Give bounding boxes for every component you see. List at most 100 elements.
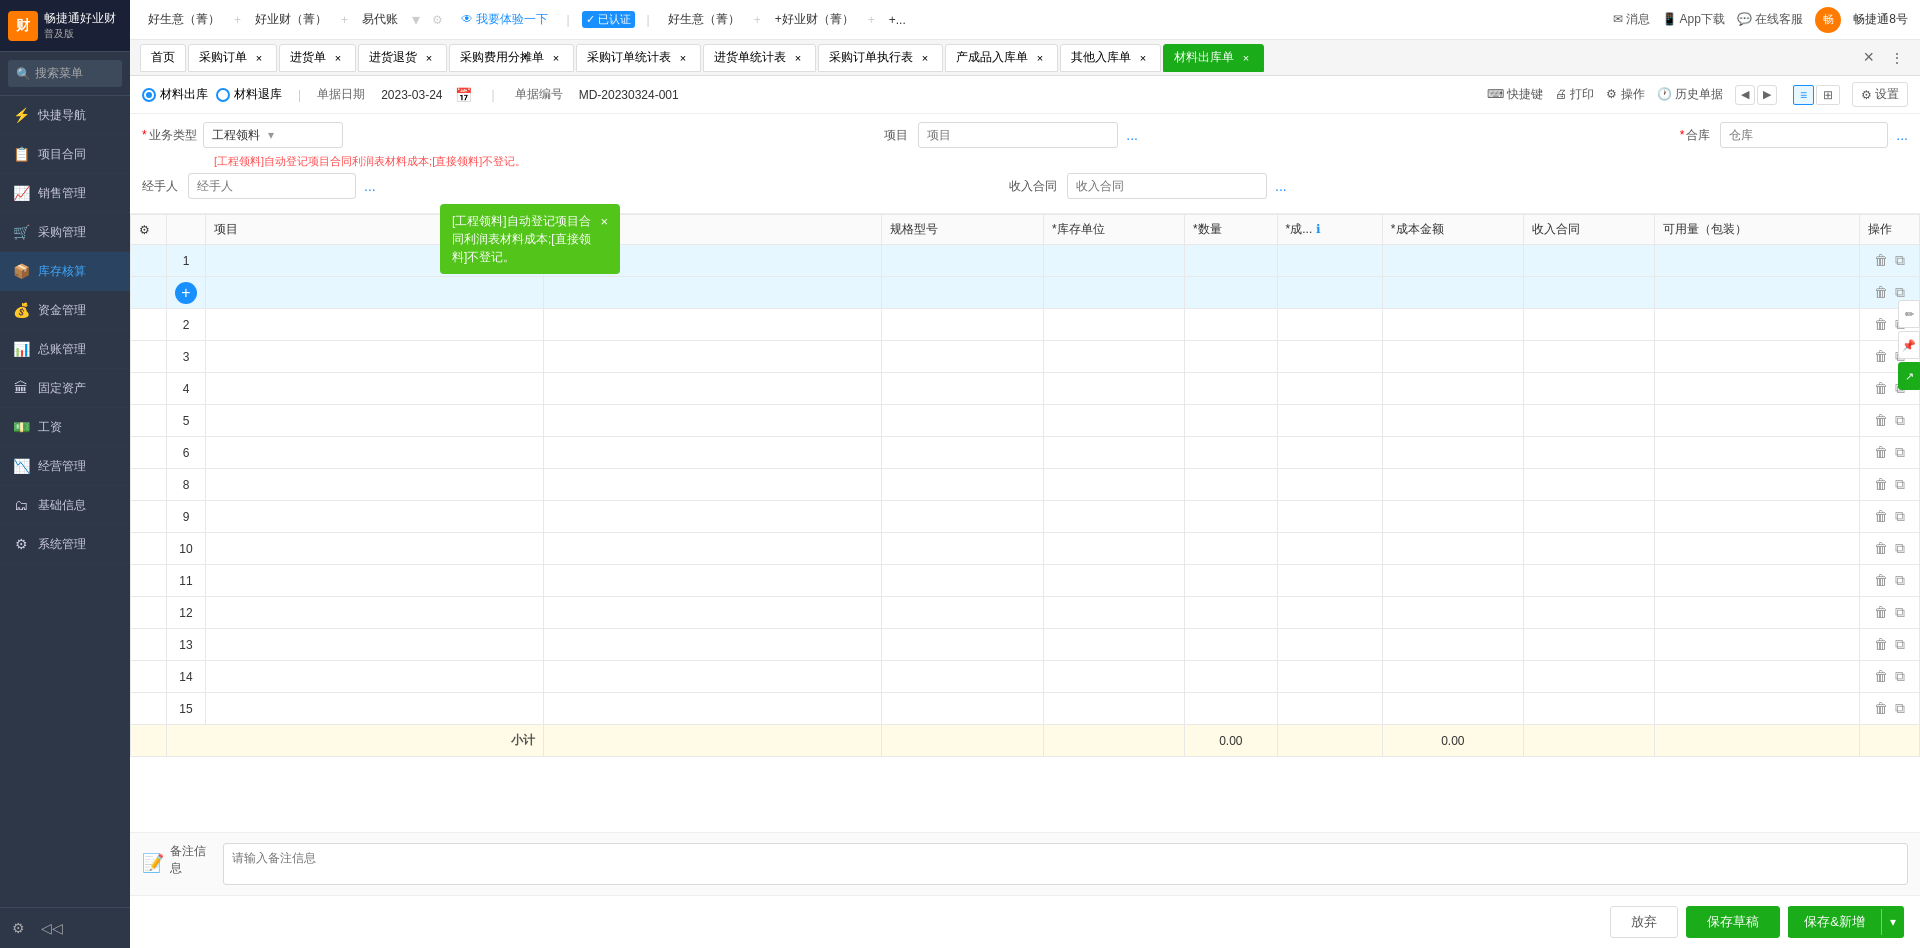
row-3-material[interactable]: [544, 341, 882, 373]
tabbar-close-all-btn[interactable]: ×: [1857, 45, 1880, 70]
sidebar-item-base-info[interactable]: 🗂 基础信息: [0, 486, 130, 525]
nav-next-btn[interactable]: ▶: [1757, 85, 1777, 105]
row-9-delete-btn[interactable]: 🗑: [1872, 506, 1890, 526]
doc-date-value[interactable]: 2023-03-24: [381, 88, 442, 102]
row-1-copy-btn[interactable]: ⧉: [1893, 250, 1907, 271]
sidebar-search-area[interactable]: 🔍 搜索菜单: [0, 52, 130, 96]
row-8-income-contract[interactable]: [1523, 469, 1655, 501]
row-13-unit[interactable]: [1044, 629, 1185, 661]
row-12-cost-amount[interactable]: [1382, 597, 1523, 629]
tab-purchase-order[interactable]: 采购订单×: [188, 44, 277, 72]
sidebar-item-accounting[interactable]: 📊 总账管理: [0, 330, 130, 369]
row-12-income-contract[interactable]: [1523, 597, 1655, 629]
row-9-material[interactable]: [544, 501, 882, 533]
row-2-income-contract[interactable]: [1523, 309, 1655, 341]
row-11-available[interactable]: [1655, 565, 1860, 597]
row-13-spec[interactable]: [882, 629, 1044, 661]
cost-price-info-icon[interactable]: ℹ: [1316, 222, 1321, 236]
sidebar-item-quick-nav[interactable]: ⚡ 快捷导航: [0, 96, 130, 135]
row-15-delete-btn[interactable]: 🗑: [1872, 698, 1890, 718]
row-2-unit[interactable]: [1044, 309, 1185, 341]
add-row-delete-btn[interactable]: 🗑: [1872, 282, 1890, 302]
topbar-nav-good-biz[interactable]: 好生意（菁）: [142, 7, 226, 32]
view-grid-btn[interactable]: ⊞: [1816, 85, 1840, 105]
row-8-unit[interactable]: [1044, 469, 1185, 501]
row-3-qty[interactable]: [1185, 341, 1277, 373]
tab-close-purchase-order-exec[interactable]: ×: [918, 51, 932, 65]
row-14-delete-btn[interactable]: 🗑: [1872, 666, 1890, 686]
topbar-message-btn[interactable]: ✉ 消息: [1613, 11, 1650, 28]
row-6-unit[interactable]: [1044, 437, 1185, 469]
row-12-qty[interactable]: [1185, 597, 1277, 629]
row-15-cost-price[interactable]: [1277, 693, 1382, 725]
row-4-cost-amount[interactable]: [1382, 373, 1523, 405]
history-doc-btn[interactable]: 🕐 历史单据: [1657, 86, 1723, 103]
project-dots[interactable]: ...: [1126, 127, 1138, 143]
row-13-material[interactable]: [544, 629, 882, 661]
row-13-item[interactable]: [206, 629, 544, 661]
col-gear-header[interactable]: ⚙: [131, 215, 167, 245]
row-15-cost-amount[interactable]: [1382, 693, 1523, 725]
row-1-spec[interactable]: [882, 245, 1044, 277]
save-new-btn[interactable]: 保存&新增: [1788, 907, 1881, 937]
settings-btn[interactable]: ⚙ 设置: [1852, 82, 1908, 107]
row-2-spec[interactable]: [882, 309, 1044, 341]
row-14-cost-amount[interactable]: [1382, 661, 1523, 693]
row-5-cost-price[interactable]: [1277, 405, 1382, 437]
view-list-btn[interactable]: ≡: [1793, 85, 1814, 105]
row-15-material[interactable]: [544, 693, 882, 725]
row-10-cost-amount[interactable]: [1382, 533, 1523, 565]
user-avatar[interactable]: 畅: [1815, 7, 1841, 33]
row-3-cost-amount[interactable]: [1382, 341, 1523, 373]
row-10-available[interactable]: [1655, 533, 1860, 565]
row-3-income-contract[interactable]: [1523, 341, 1655, 373]
row-9-cost-amount[interactable]: [1382, 501, 1523, 533]
row-14-material[interactable]: [544, 661, 882, 693]
row-5-copy-btn[interactable]: ⧉: [1893, 410, 1907, 431]
row-2-delete-btn[interactable]: 🗑: [1872, 314, 1890, 334]
row-8-copy-btn[interactable]: ⧉: [1893, 474, 1907, 495]
row-11-unit[interactable]: [1044, 565, 1185, 597]
row-1-unit[interactable]: [1044, 245, 1185, 277]
row-15-available[interactable]: [1655, 693, 1860, 725]
topbar-online-service-btn[interactable]: 💬 在线客服: [1737, 11, 1803, 28]
row-6-cost-amount[interactable]: [1382, 437, 1523, 469]
row-8-delete-btn[interactable]: 🗑: [1872, 474, 1890, 494]
tooltip-close-btn[interactable]: ×: [600, 212, 608, 232]
row-9-spec[interactable]: [882, 501, 1044, 533]
row-8-qty[interactable]: [1185, 469, 1277, 501]
row-5-delete-btn[interactable]: 🗑: [1872, 410, 1890, 430]
project-input[interactable]: [918, 122, 1118, 148]
row-11-spec[interactable]: [882, 565, 1044, 597]
row-14-available[interactable]: [1655, 661, 1860, 693]
row-6-item[interactable]: [206, 437, 544, 469]
row-9-available[interactable]: [1655, 501, 1860, 533]
right-tool-edit[interactable]: ✏: [1898, 300, 1920, 328]
row-10-cost-price[interactable]: [1277, 533, 1382, 565]
row-6-delete-btn[interactable]: 🗑: [1872, 442, 1890, 462]
row-11-cost-amount[interactable]: [1382, 565, 1523, 597]
add-row-btn[interactable]: +: [175, 282, 197, 304]
right-tool-export[interactable]: ↗: [1898, 362, 1920, 390]
quick-key-btn[interactable]: ⌨ 快捷键: [1487, 86, 1543, 103]
operations-btn[interactable]: ⚙ 操作: [1606, 86, 1644, 103]
row-13-income-contract[interactable]: [1523, 629, 1655, 661]
row-4-material[interactable]: [544, 373, 882, 405]
topbar-nav-agent[interactable]: 易代账: [356, 7, 404, 32]
right-tool-pin[interactable]: 📌: [1898, 331, 1920, 359]
row-14-income-contract[interactable]: [1523, 661, 1655, 693]
row-1-delete-btn[interactable]: 🗑: [1872, 250, 1890, 270]
row-1-available[interactable]: [1655, 245, 1860, 277]
row-9-copy-btn[interactable]: ⧉: [1893, 506, 1907, 527]
row-10-delete-btn[interactable]: 🗑: [1872, 538, 1890, 558]
tab-purchase-receipt-stats[interactable]: 进货单统计表×: [703, 44, 816, 72]
row-9-income-contract[interactable]: [1523, 501, 1655, 533]
row-1-cost-price[interactable]: [1277, 245, 1382, 277]
row-4-unit[interactable]: [1044, 373, 1185, 405]
row-13-cost-price[interactable]: [1277, 629, 1382, 661]
search-menu-button[interactable]: 🔍 搜索菜单: [8, 60, 122, 87]
row-12-delete-btn[interactable]: 🗑: [1872, 602, 1890, 622]
row-13-delete-btn[interactable]: 🗑: [1872, 634, 1890, 654]
row-3-delete-btn[interactable]: 🗑: [1872, 346, 1890, 366]
row-5-available[interactable]: [1655, 405, 1860, 437]
